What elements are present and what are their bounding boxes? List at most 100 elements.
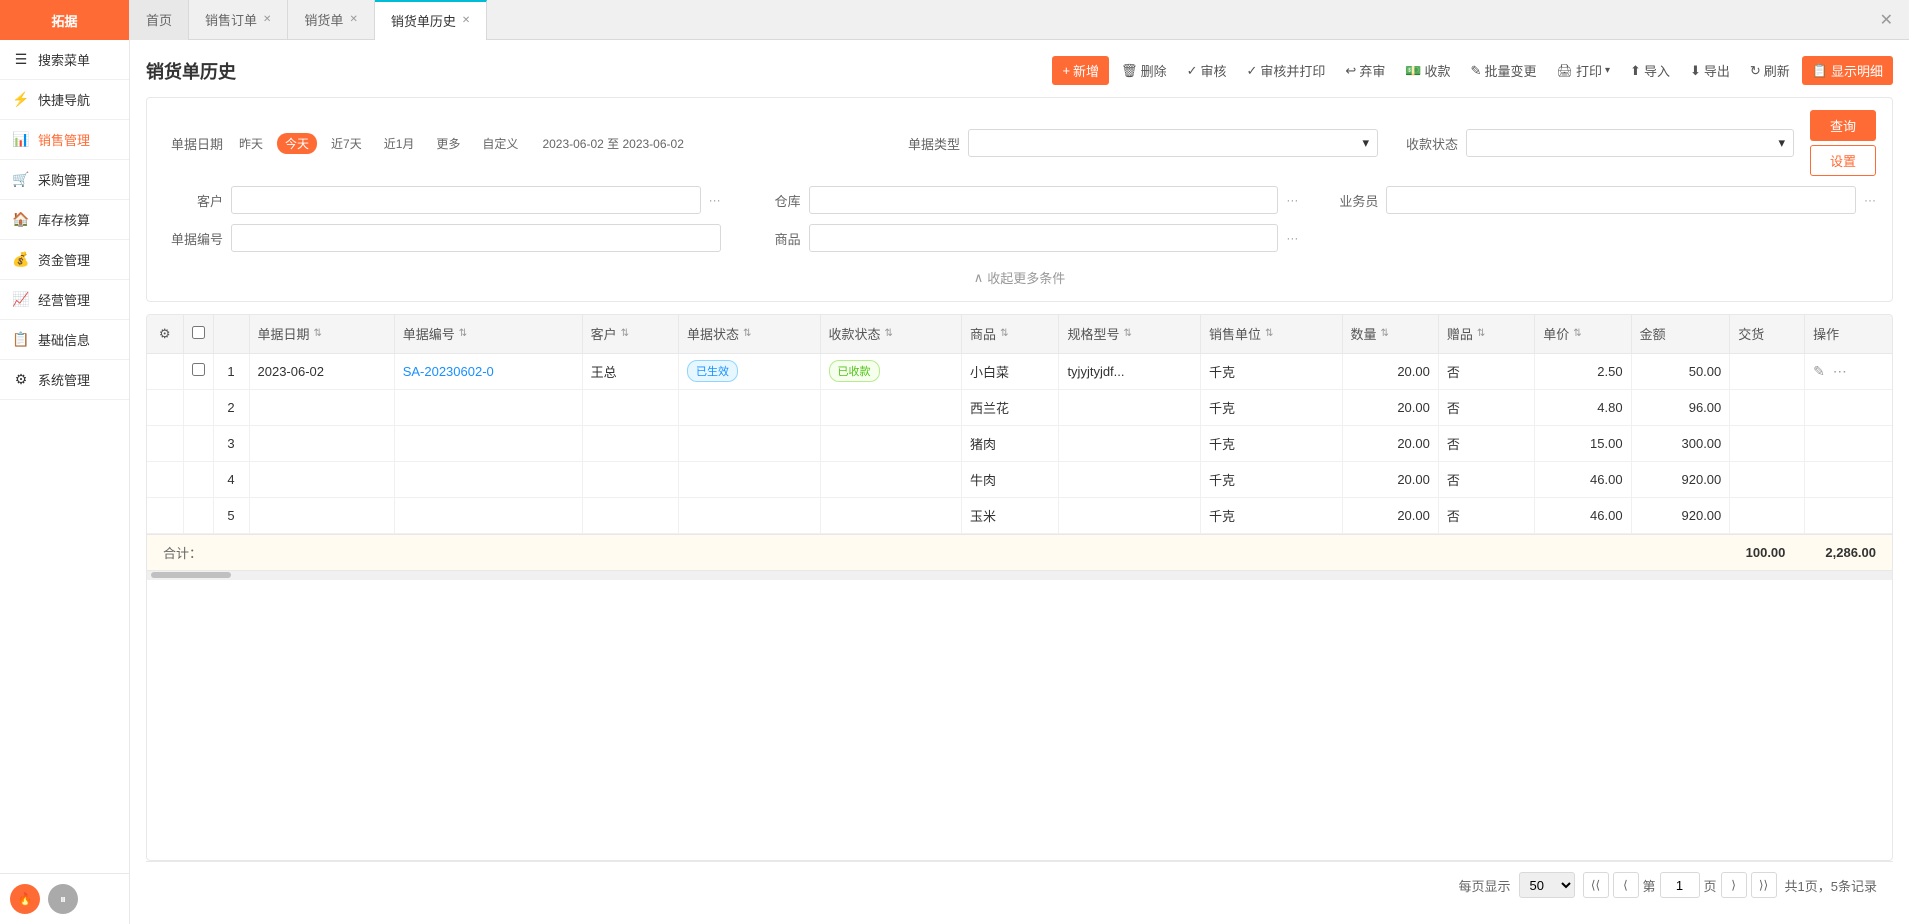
batch-change-button[interactable]: ✎ 批量变更 xyxy=(1463,57,1545,84)
table-row[interactable]: 4 牛肉 千克 20.00 否 46.00 920.00 xyxy=(147,461,1892,497)
chip-today[interactable]: 今天 xyxy=(277,133,317,154)
td-doc-no[interactable] xyxy=(394,425,582,461)
warehouse-ellipsis[interactable]: ··· xyxy=(1286,193,1298,207)
tab-sales-history[interactable]: 销货单历史 ✕ xyxy=(375,0,487,40)
collapse-button[interactable]: ∧ 收起更多条件 xyxy=(974,268,1066,287)
tab-sales-goods[interactable]: 销货单 ✕ xyxy=(288,0,374,40)
select-all-checkbox[interactable] xyxy=(192,326,205,339)
first-page-button[interactable]: ⟨⟨ xyxy=(1583,872,1609,898)
table-settings-icon[interactable]: ⚙ xyxy=(159,326,171,341)
sidebar-bottom-btn2[interactable]: ⏸ xyxy=(48,884,78,914)
delete-button[interactable]: 🗑 删除 xyxy=(1113,57,1175,84)
table-row[interactable]: 3 猪肉 千克 20.00 否 15.00 300.00 xyxy=(147,425,1892,461)
product-input[interactable] xyxy=(809,224,1279,252)
collect-button[interactable]: 💵 收款 xyxy=(1397,57,1458,84)
prev-page-button[interactable]: ⟨ xyxy=(1613,872,1639,898)
query-button[interactable]: 查询 xyxy=(1810,110,1876,141)
th-action: 操作 xyxy=(1805,315,1892,353)
td-doc-no[interactable] xyxy=(394,389,582,425)
th-gift[interactable]: 赠品 ⇅ xyxy=(1438,315,1534,353)
th-checkbox[interactable] xyxy=(183,315,213,353)
sidebar-item-inventory-calc[interactable]: 🏠 库存核算 xyxy=(0,200,129,240)
table-row[interactable]: 5 玉米 千克 20.00 否 46.00 920.00 xyxy=(147,497,1892,533)
td-pay-status xyxy=(820,497,962,533)
tab-sales-goods-close[interactable]: ✕ xyxy=(349,14,357,25)
show-details-button[interactable]: 📋 显示明细 xyxy=(1802,56,1893,85)
th-doc-date[interactable]: 单据日期 ⇅ xyxy=(249,315,394,353)
td-checkbox[interactable] xyxy=(183,353,213,389)
warehouse-input[interactable] xyxy=(809,186,1279,214)
more-action-icon[interactable]: ⋯ xyxy=(1833,363,1847,380)
last-page-button[interactable]: ⟩⟩ xyxy=(1751,872,1777,898)
sidebar-item-sales-mgmt[interactable]: 📊 销售管理 xyxy=(0,120,129,160)
th-unit[interactable]: 销售单位 ⇅ xyxy=(1200,315,1342,353)
sidebar-item-capital-mgmt[interactable]: 💰 资金管理 xyxy=(0,240,129,280)
th-doc-no[interactable]: 单据编号 ⇅ xyxy=(394,315,582,353)
table-row[interactable]: 1 2023-06-02 SA-20230602-0 王总 已生效 已收款 小白… xyxy=(147,353,1892,389)
staff-ellipsis[interactable]: ··· xyxy=(1864,193,1876,207)
edit-icon[interactable]: ✎ xyxy=(1813,363,1825,380)
page-input[interactable] xyxy=(1660,872,1700,898)
th-seq xyxy=(213,315,249,353)
th-settings[interactable]: ⚙ xyxy=(147,315,183,353)
sidebar-bottom-btn1[interactable]: 🔥 xyxy=(10,884,40,914)
th-price[interactable]: 单价 ⇅ xyxy=(1535,315,1631,353)
sidebar-item-operation-mgmt[interactable]: 📈 经营管理 xyxy=(0,280,129,320)
doc-no-link[interactable]: SA-20230602-0 xyxy=(403,364,494,379)
chip-more[interactable]: 更多 xyxy=(428,133,468,154)
td-checkbox[interactable] xyxy=(183,461,213,497)
td-unit: 千克 xyxy=(1200,425,1342,461)
settings-button[interactable]: 设置 xyxy=(1810,145,1876,176)
filter-section: 单据日期 昨天 今天 近7天 近1月 更多 自定义 2023-06-02 至 2… xyxy=(146,97,1893,302)
doc-no-input[interactable] xyxy=(231,224,721,252)
tabs-close-all[interactable]: ✕ xyxy=(1880,10,1909,30)
td-doc-no[interactable] xyxy=(394,461,582,497)
abandon-button[interactable]: ↩ 弃审 xyxy=(1337,57,1393,84)
import-button[interactable]: ⬆ 导入 xyxy=(1622,57,1678,84)
th-customer[interactable]: 客户 ⇅ xyxy=(582,315,678,353)
per-page-select[interactable]: 50 100 200 xyxy=(1519,872,1575,898)
table-row[interactable]: 2 西兰花 千克 20.00 否 4.80 96.00 xyxy=(147,389,1892,425)
td-doc-no[interactable]: SA-20230602-0 xyxy=(394,353,582,389)
doc-type-select[interactable]: ▾ xyxy=(968,129,1378,157)
sidebar-item-quick-nav[interactable]: ⚡ 快捷导航 xyxy=(0,80,129,120)
td-checkbox[interactable] xyxy=(183,497,213,533)
th-pay-status[interactable]: 收款状态 ⇅ xyxy=(820,315,962,353)
tab-sales-order-close[interactable]: ✕ xyxy=(263,14,271,25)
horizontal-scrollbar[interactable] xyxy=(147,570,1892,580)
row-checkbox[interactable] xyxy=(192,363,205,376)
th-qty[interactable]: 数量 ⇅ xyxy=(1342,315,1438,353)
refresh-button[interactable]: ↻ 刷新 xyxy=(1742,57,1798,84)
chip-yesterday[interactable]: 昨天 xyxy=(231,133,271,154)
td-checkbox[interactable] xyxy=(183,389,213,425)
td-pay-status xyxy=(820,461,962,497)
th-spec[interactable]: 规格型号 ⇅ xyxy=(1059,315,1201,353)
next-page-button[interactable]: ⟩ xyxy=(1721,872,1747,898)
td-doc-no[interactable] xyxy=(394,497,582,533)
staff-input[interactable] xyxy=(1386,186,1856,214)
sidebar-item-sys-mgmt[interactable]: ⚙ 系统管理 xyxy=(0,360,129,400)
tab-home[interactable]: 首页 xyxy=(130,0,189,40)
sidebar-item-basic-info[interactable]: 📋 基础信息 xyxy=(0,320,129,360)
export-button[interactable]: ⬇ 导出 xyxy=(1682,57,1738,84)
td-checkbox[interactable] xyxy=(183,425,213,461)
th-doc-status[interactable]: 单据状态 ⇅ xyxy=(678,315,820,353)
add-button[interactable]: + 新增 xyxy=(1052,56,1109,85)
sidebar-item-search-menu[interactable]: ☰ 搜索菜单 xyxy=(0,40,129,80)
product-ellipsis[interactable]: ··· xyxy=(1286,231,1298,245)
print-button[interactable]: 🖨 打印 ▾ xyxy=(1548,57,1618,84)
chip-7days[interactable]: 近7天 xyxy=(323,133,370,154)
chip-custom[interactable]: 自定义 xyxy=(474,133,526,154)
customer-ellipsis[interactable]: ··· xyxy=(709,193,721,207)
sidebar-item-purchase-mgmt[interactable]: 🛒 采购管理 xyxy=(0,160,129,200)
chip-1month[interactable]: 近1月 xyxy=(376,133,423,154)
customer-input[interactable] xyxy=(231,186,701,214)
scrollbar-thumb[interactable] xyxy=(151,572,231,578)
filter-row-3: 单据编号 商品 ··· xyxy=(163,224,1876,252)
payment-status-select[interactable]: ▾ xyxy=(1466,129,1794,157)
th-product[interactable]: 商品 ⇅ xyxy=(962,315,1059,353)
tab-sales-history-close[interactable]: ✕ xyxy=(462,15,470,26)
audit-button[interactable]: ✓ 审核 xyxy=(1179,57,1235,84)
audit-print-button[interactable]: ✓ 审核并打印 xyxy=(1239,57,1334,84)
tab-sales-order[interactable]: 销售订单 ✕ xyxy=(189,0,288,40)
